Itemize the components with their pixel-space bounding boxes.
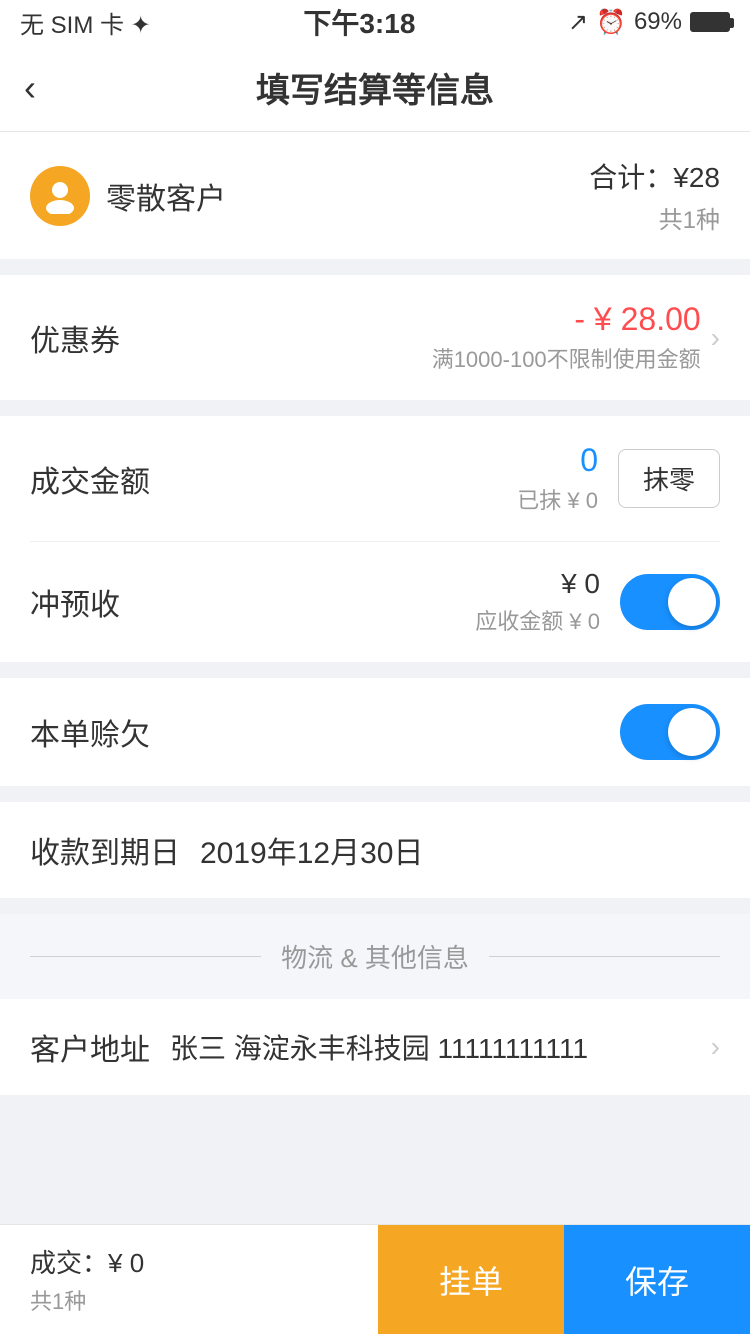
battery-icon: [690, 12, 730, 32]
flush-label: 冲预收: [30, 580, 120, 624]
logistics-section: 物流 & 其他信息: [0, 914, 750, 999]
coupon-info: - ¥ 28.00 满1000-100不限制使用金额: [432, 301, 701, 374]
chevron-right-icon: ›: [711, 322, 720, 354]
flush-sub: 应收金额 ¥ 0: [475, 604, 600, 636]
transaction-label: 成交金额: [30, 457, 150, 501]
logistics-header: 物流 & 其他信息: [0, 914, 750, 999]
logistics-title: 物流 & 其他信息: [281, 938, 469, 975]
alarm-icon: ⏰: [596, 8, 626, 37]
coupon-label: 优惠券: [30, 316, 120, 360]
flush-row: 冲预收 ¥ 0 应收金额 ¥ 0: [0, 542, 750, 662]
person-icon: [42, 178, 78, 214]
debt-toggle-knob: [668, 708, 716, 756]
transaction-sub: 已抹 ¥ 0: [517, 483, 598, 515]
due-date-value: 2019年12月30日: [200, 828, 423, 872]
save-button[interactable]: 保存: [564, 1225, 750, 1334]
address-row[interactable]: 客户地址 张三 海淀永丰科技园 11111111111 ›: [0, 999, 750, 1095]
logistics-line-right: [489, 956, 720, 957]
location-icon: ↗: [568, 8, 588, 37]
due-date-label: 收款到期日: [30, 828, 180, 872]
transaction-row: 成交金额 0 已抹 ¥ 0 抹零: [0, 416, 750, 541]
status-left: 无 SIM 卡 ✦: [20, 5, 151, 40]
transaction-value: 0: [517, 442, 598, 479]
bottom-bar: 成交：¥ 0 共1种 挂单 保存: [0, 1224, 750, 1334]
avatar: [30, 166, 90, 226]
flush-toggle[interactable]: [620, 574, 720, 630]
customer-count: 共1种: [589, 200, 720, 235]
bottom-count: 共1种: [30, 1284, 348, 1316]
customer-left: 零散客户: [30, 166, 226, 226]
address-label: 客户地址: [30, 1025, 150, 1069]
coupon-right: - ¥ 28.00 满1000-100不限制使用金额 ›: [432, 301, 720, 374]
hold-button[interactable]: 挂单: [378, 1225, 564, 1334]
bottom-deal-label: 成交：: [30, 1248, 108, 1278]
coupon-desc: 满1000-100不限制使用金额: [432, 342, 701, 374]
logistics-line-left: [30, 956, 261, 957]
status-time: 下午3:18: [303, 2, 415, 42]
bottom-info: 成交：¥ 0 共1种: [0, 1225, 378, 1334]
due-date-section: 收款到期日 2019年12月30日: [0, 802, 750, 898]
flush-right: ¥ 0 应收金额 ¥ 0: [475, 568, 720, 636]
customer-row: 零散客户 合计：¥28 共1种: [0, 132, 750, 259]
flush-amount-col: ¥ 0 应收金额 ¥ 0: [475, 568, 600, 636]
status-bar: 无 SIM 卡 ✦ 下午3:18 ↗ ⏰ 69%: [0, 0, 750, 44]
nav-bar: ‹ 填写结算等信息: [0, 44, 750, 132]
debt-label: 本单赊欠: [30, 710, 150, 754]
sim-text: 无 SIM 卡 ✦: [20, 5, 151, 40]
round-button[interactable]: 抹零: [618, 449, 720, 508]
content: 零散客户 合计：¥28 共1种 优惠券 - ¥ 28.00 满1000-100不…: [0, 132, 750, 1215]
toggle-knob: [668, 578, 716, 626]
customer-right: 合计：¥28 共1种: [589, 156, 720, 235]
address-value: 张三 海淀永丰科技园 11111111111: [170, 1027, 711, 1067]
battery-text: 69%: [634, 8, 682, 36]
transaction-amount-col: 0 已抹 ¥ 0: [517, 442, 598, 515]
customer-total: 合计：¥28: [589, 156, 720, 196]
transaction-section: 成交金额 0 已抹 ¥ 0 抹零 冲预收 ¥ 0 应收金额 ¥ 0: [0, 416, 750, 662]
debt-section: 本单赊欠: [0, 678, 750, 786]
debt-toggle[interactable]: [620, 704, 720, 760]
page-title: 填写结算等信息: [256, 63, 494, 112]
coupon-row[interactable]: 优惠券 - ¥ 28.00 满1000-100不限制使用金额 ›: [0, 275, 750, 400]
status-right: ↗ ⏰ 69%: [568, 8, 730, 37]
back-button[interactable]: ‹: [24, 67, 36, 109]
coupon-discount: - ¥ 28.00: [432, 301, 701, 338]
bottom-deal: 成交：¥ 0: [30, 1243, 348, 1280]
transaction-right: 0 已抹 ¥ 0 抹零: [517, 442, 720, 515]
flush-amount: ¥ 0: [475, 568, 600, 600]
address-chevron-icon: ›: [711, 1031, 720, 1063]
bottom-deal-value: ¥ 0: [108, 1248, 144, 1278]
customer-name: 零散客户: [106, 174, 226, 218]
